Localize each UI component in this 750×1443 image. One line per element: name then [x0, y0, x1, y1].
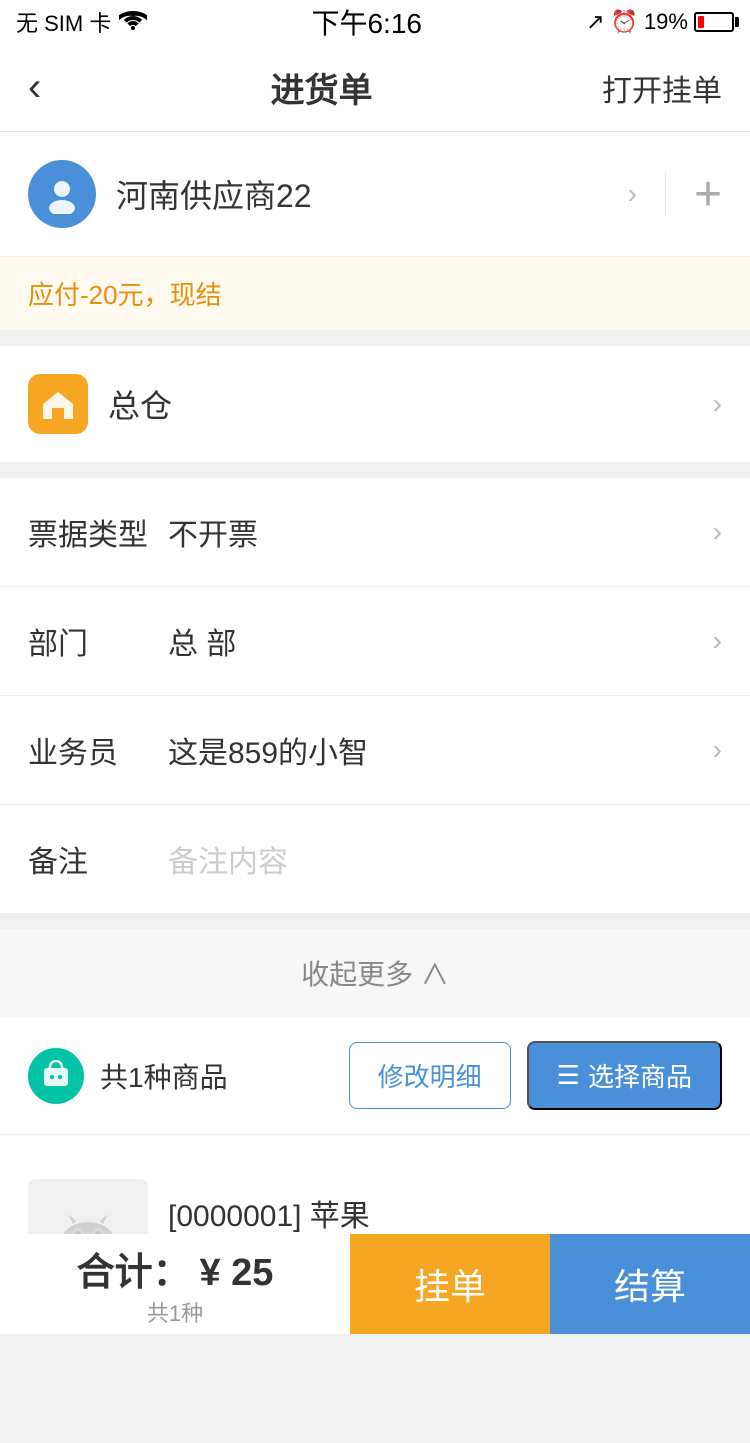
battery-pct: 19%: [644, 9, 688, 35]
total-value: ¥ 25: [199, 1252, 273, 1294]
department-value: 总 部: [168, 619, 713, 663]
department-arrow-icon: ›: [713, 625, 722, 657]
collapse-button[interactable]: 收起更多 ∧: [0, 929, 750, 1017]
salesperson-label: 业务员: [28, 728, 168, 772]
warehouse-arrow-icon: ›: [713, 388, 722, 420]
salesperson-row[interactable]: 业务员 这是859的小智 ›: [0, 696, 750, 805]
battery-icon: [694, 12, 734, 32]
status-left: 无 SIM 卡: [16, 6, 147, 38]
invoice-type-row[interactable]: 票据类型 不开票 ›: [0, 478, 750, 587]
bottom-bar: 合计： ¥ 25 共1种 挂单 结算: [0, 1234, 750, 1334]
warehouse-row[interactable]: 总仓 ›: [0, 346, 750, 462]
hang-order-button[interactable]: 挂单: [350, 1234, 550, 1334]
status-bar: 无 SIM 卡 下午6:16 ↗ ⏰ 19%: [0, 0, 750, 44]
supplier-row[interactable]: 河南供应商22 › +: [0, 132, 750, 257]
alarm-icon: ⏰: [611, 9, 638, 35]
products-icon: [28, 1048, 84, 1104]
credit-notice: 应付-20元，现结: [0, 257, 750, 330]
warehouse-name: 总仓: [108, 381, 713, 427]
location-icon: ↗: [586, 9, 604, 35]
remark-input[interactable]: 备注内容: [168, 837, 722, 881]
product-name: [0000001] 苹果: [168, 1191, 658, 1235]
no-sim-label: 无 SIM 卡: [16, 6, 111, 38]
salesperson-value: 这是859的小智: [168, 728, 713, 772]
invoice-type-value: 不开票: [168, 510, 713, 554]
supplier-avatar: [28, 160, 96, 228]
supplier-name: 河南供应商22: [116, 171, 628, 217]
total-label: 合计：: [77, 1252, 191, 1294]
total-section: 合计： ¥ 25 共1种: [0, 1234, 350, 1334]
warehouse-section: 总仓 ›: [0, 346, 750, 462]
supplier-section: 河南供应商22 › + 应付-20元，现结: [0, 132, 750, 330]
invoice-type-label: 票据类型: [28, 510, 168, 554]
total-amount: 合计： ¥ 25: [77, 1241, 274, 1296]
products-header: 共1种商品 修改明细 ☰ 选择商品: [0, 1017, 750, 1135]
open-pending-button[interactable]: 打开挂单: [602, 66, 722, 110]
invoice-type-arrow-icon: ›: [713, 516, 722, 548]
page-title: 进货单: [271, 63, 373, 112]
department-label: 部门: [28, 619, 168, 663]
warehouse-icon: [28, 374, 88, 434]
collapse-label: 收起更多 ∧: [301, 953, 449, 993]
department-row[interactable]: 部门 总 部 ›: [0, 587, 750, 696]
status-time: 下午6:16: [311, 2, 422, 42]
select-product-button[interactable]: ☰ 选择商品: [527, 1041, 722, 1110]
remark-label: 备注: [28, 837, 168, 881]
supplier-arrow-icon: ›: [628, 178, 637, 210]
select-icon: ☰: [557, 1060, 580, 1091]
total-count: 共1种: [147, 1296, 203, 1328]
salesperson-arrow-icon: ›: [713, 734, 722, 766]
products-count: 共1种商品: [100, 1056, 333, 1096]
back-button[interactable]: ‹: [28, 65, 41, 110]
wifi-icon: [119, 8, 147, 36]
status-right: ↗ ⏰ 19%: [586, 9, 734, 35]
nav-bar: ‹ 进货单 打开挂单: [0, 44, 750, 132]
divider: [665, 172, 666, 216]
form-section: 票据类型 不开票 › 部门 总 部 › 业务员 这是859的小智 › 备注 备注…: [0, 478, 750, 913]
modify-detail-button[interactable]: 修改明细: [349, 1042, 511, 1109]
checkout-button[interactable]: 结算: [550, 1234, 750, 1334]
product-title: 苹果: [310, 1200, 370, 1233]
remark-row[interactable]: 备注 备注内容: [0, 805, 750, 913]
select-label: 选择商品: [588, 1057, 692, 1094]
product-code: [0000001]: [168, 1200, 310, 1233]
add-supplier-button[interactable]: +: [694, 167, 722, 222]
